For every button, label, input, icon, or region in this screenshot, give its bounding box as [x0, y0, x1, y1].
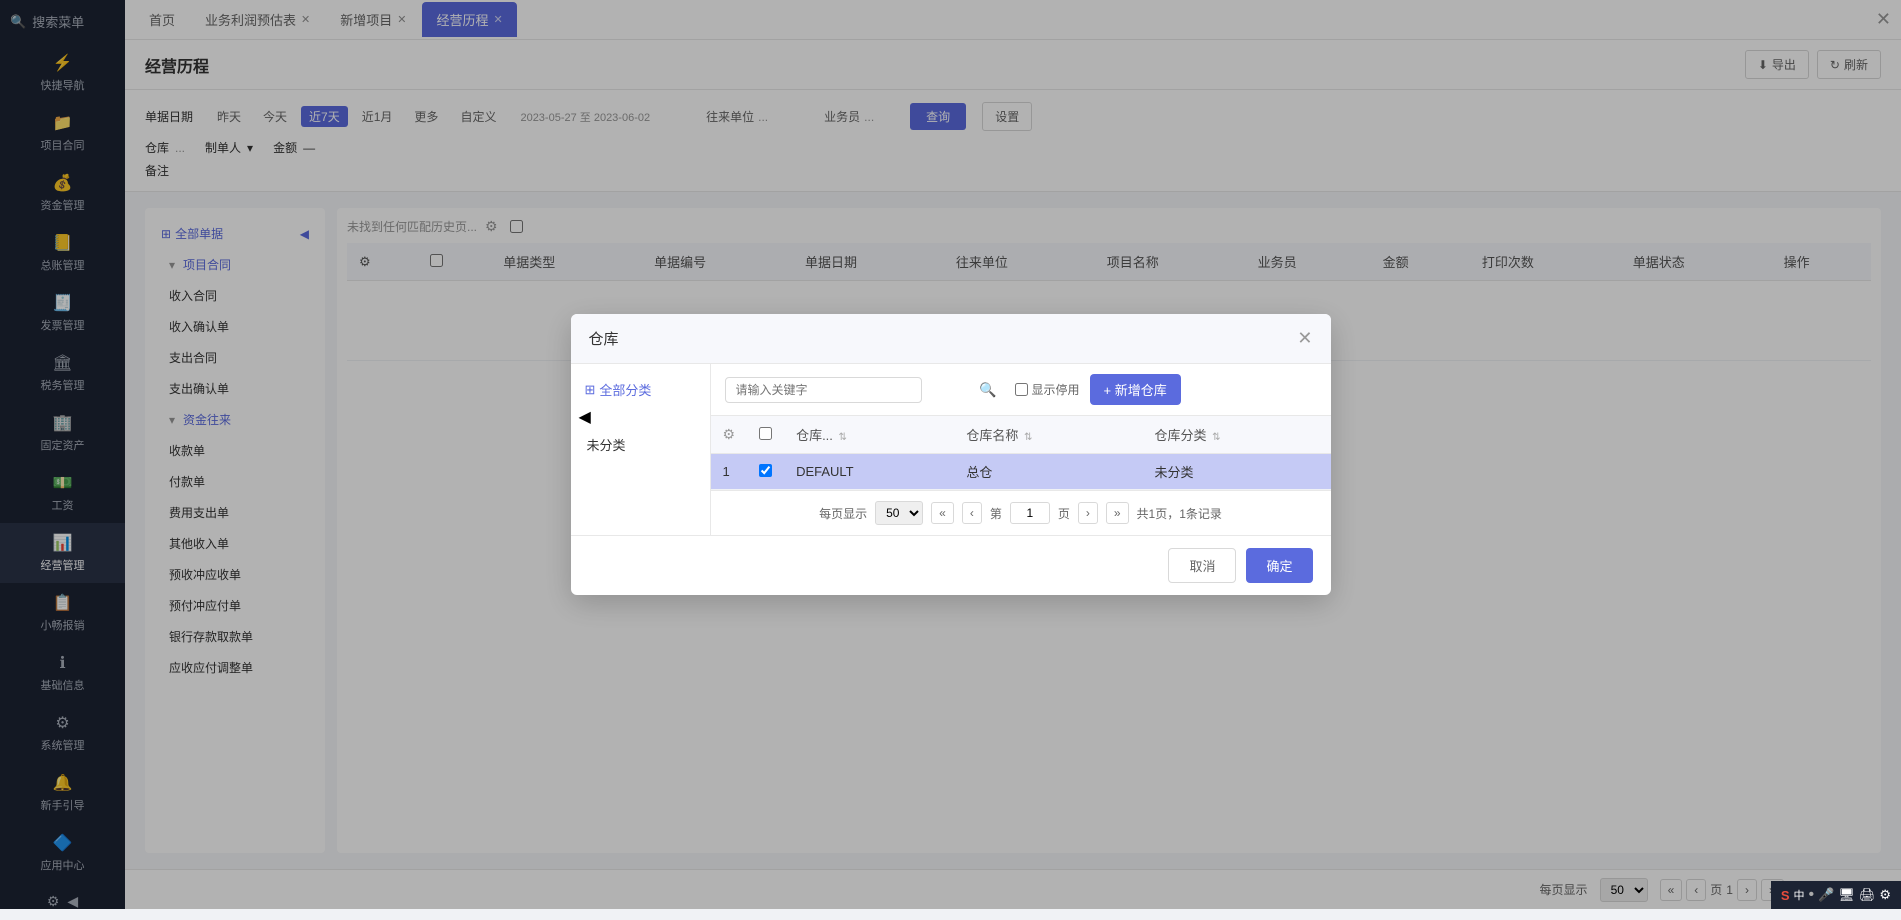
col-setting-icon[interactable]: ⚙	[723, 426, 736, 442]
modal-close-btn[interactable]: ✕	[1297, 328, 1312, 349]
status-brand: S	[1781, 888, 1790, 903]
modal-title: 仓库	[589, 328, 619, 349]
row-number: 1	[723, 464, 730, 479]
modal-confirm-btn[interactable]: 确定	[1246, 548, 1312, 583]
search-wrapper: 🔍	[725, 377, 1005, 403]
status-settings-icon[interactable]: ⚙	[1879, 887, 1891, 903]
modal-left-panel: ⊞ 全部分类 ◀ 未分类	[571, 364, 711, 535]
th-category: 仓库分类 ⇅	[1142, 416, 1330, 454]
modal-next-page[interactable]: ›	[1078, 502, 1098, 524]
status-monitor-icon[interactable]: 🖥	[1838, 887, 1855, 903]
modal-pagination: 每页显示 50 « ‹ 第 页 › » 共1页，1条记录	[711, 490, 1331, 535]
modal-prev-page[interactable]: ‹	[962, 502, 982, 524]
modal-page-unit: 页	[1058, 505, 1070, 522]
th-checkbox	[747, 416, 784, 454]
status-dot: •	[1809, 886, 1815, 904]
modal-total: 共1页，1条记录	[1137, 505, 1222, 522]
left-collapse-btn[interactable]: ◀	[579, 407, 595, 427]
modal-header: 仓库 ✕	[571, 314, 1331, 364]
row-num-1: 1	[711, 454, 748, 490]
status-text: 中	[1794, 887, 1805, 903]
modal-body: ⊞ 全部分类 ◀ 未分类 🔍 显示停用	[571, 364, 1331, 535]
row-checkbox-1	[747, 454, 784, 490]
add-warehouse-btn[interactable]: + 新增仓库	[1090, 374, 1181, 405]
show-disabled-checkbox[interactable]	[1015, 383, 1028, 396]
search-icon-modal: 🔍	[979, 381, 996, 398]
modal-per-page-label: 每页显示	[819, 505, 867, 522]
modal-toolbar: 🔍 显示停用 + 新增仓库	[711, 364, 1331, 416]
modal-page-input[interactable]	[1010, 502, 1050, 524]
warehouse-modal: 仓库 ✕ ⊞ 全部分类 ◀ 未分类	[571, 314, 1331, 595]
show-disabled-label[interactable]: 显示停用	[1015, 381, 1080, 398]
modal-per-page-select[interactable]: 50	[875, 501, 923, 525]
modal-first-page[interactable]: «	[931, 502, 954, 524]
modal-table-container: ⚙ 仓库... ⇅ 仓库名称	[711, 416, 1331, 490]
warehouse-table: ⚙ 仓库... ⇅ 仓库名称	[711, 416, 1331, 490]
row-code-1: DEFAULT	[784, 454, 954, 490]
th-category-label: 仓库分类	[1154, 428, 1206, 443]
modal-footer: 取消 确定	[571, 535, 1331, 595]
modal-right-panel: 🔍 显示停用 + 新增仓库	[711, 364, 1331, 535]
uncategorized-item[interactable]: 未分类	[571, 427, 710, 462]
row-category-1: 未分类	[1142, 454, 1330, 490]
th-code-label: 仓库...	[796, 428, 833, 443]
row-name-value: 总仓	[966, 465, 992, 480]
warehouse-header-row: ⚙ 仓库... ⇅ 仓库名称	[711, 416, 1331, 454]
all-categories-label: 全部分类	[599, 380, 651, 399]
modal-cancel-btn[interactable]: 取消	[1168, 548, 1236, 583]
row-category-value: 未分类	[1154, 465, 1193, 480]
grid-icon-modal: ⊞	[585, 382, 596, 398]
modal-all-categories[interactable]: ⊞ 全部分类	[571, 372, 710, 407]
th-name-label: 仓库名称	[966, 428, 1018, 443]
modal-search-input[interactable]	[725, 377, 922, 403]
th-settings: ⚙	[711, 416, 748, 454]
th-name: 仓库名称 ⇅	[954, 416, 1142, 454]
row-code-value: DEFAULT	[796, 464, 854, 479]
status-print-icon[interactable]: 🖨	[1859, 887, 1876, 903]
sort-category-arrows: ⇅	[1212, 432, 1220, 443]
uncategorized-label: 未分类	[587, 438, 626, 453]
show-disabled-text: 显示停用	[1032, 381, 1080, 398]
modal-last-page[interactable]: »	[1106, 502, 1129, 524]
status-bar: S 中 • 🎤 🖥 🖨 ⚙	[1771, 881, 1901, 909]
sort-name-arrows: ⇅	[1024, 432, 1032, 443]
th-code: 仓库... ⇅	[784, 416, 954, 454]
add-warehouse-label: + 新增仓库	[1104, 380, 1167, 399]
sort-code-arrows: ⇅	[839, 432, 847, 443]
row-name-1: 总仓	[954, 454, 1142, 490]
modal-overlay: 仓库 ✕ ⊞ 全部分类 ◀ 未分类	[0, 0, 1901, 909]
row-1-checkbox[interactable]	[759, 464, 772, 477]
modal-header-checkbox[interactable]	[759, 427, 772, 440]
warehouse-row-1[interactable]: 1 DEFAULT 总仓	[711, 454, 1331, 490]
status-mic-icon[interactable]: 🎤	[1818, 887, 1834, 903]
modal-page-unit-prefix: 第	[990, 505, 1002, 522]
